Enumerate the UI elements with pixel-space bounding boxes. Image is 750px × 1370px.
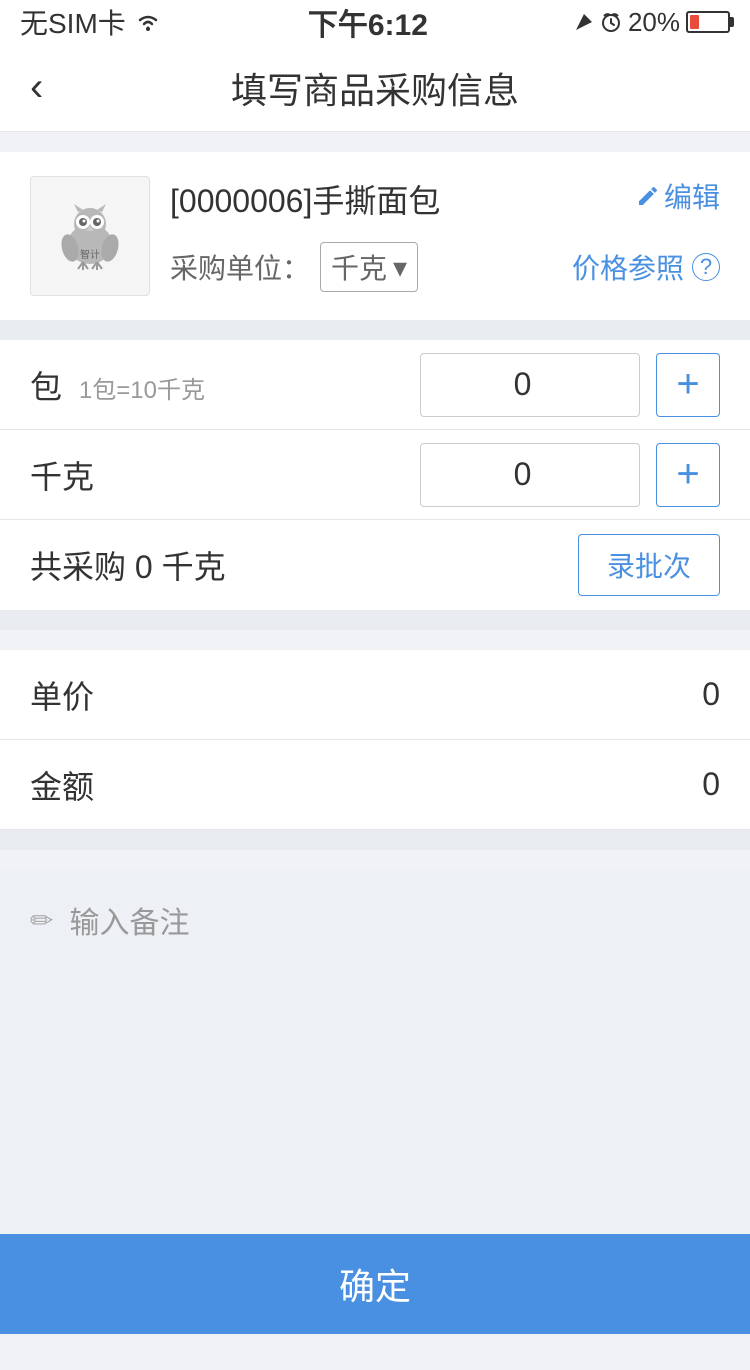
amount-value: 0 [702, 766, 720, 803]
product-info: [0000006]手撕面包 编辑 采购单位： 千克 ▾ 价格 [170, 176, 720, 292]
alarm-icon [600, 11, 622, 33]
nav-bar: ‹ 填写商品采购信息 [0, 44, 750, 132]
svg-text:智计: 智计 [80, 248, 100, 261]
bag-input[interactable] [420, 353, 640, 417]
kg-input[interactable] [420, 443, 640, 507]
kg-label: 千克 [30, 452, 150, 498]
form-section: 包 1包=10千克 + 千克 + 共采购 0 千克 录批次 [0, 340, 750, 610]
main-content: 智计 [0000006]手撕面包 编辑 采购单位： 千克 ▾ [0, 152, 750, 1370]
unit-select[interactable]: 千克 ▾ [320, 242, 418, 292]
note-section[interactable]: ✏ 输入备注 [0, 870, 750, 970]
amount-row: 金额 0 [0, 740, 750, 830]
bag-row: 包 1包=10千克 + [0, 340, 750, 430]
note-placeholder: 输入备注 [69, 898, 189, 942]
unit-price-label: 单价 [30, 672, 94, 718]
status-bar: 无SIM卡 下午6:12 20% [0, 0, 750, 44]
product-unit-row: 采购单位： 千克 ▾ 价格参照 ? [170, 242, 720, 292]
bag-plus-button[interactable]: + [656, 353, 720, 417]
status-left: 无SIM卡 [20, 2, 162, 42]
unit-price-value: 0 [702, 676, 720, 713]
product-card: 智计 [0000006]手撕面包 编辑 采购单位： 千克 ▾ [0, 152, 750, 320]
confirm-button[interactable]: 确定 [0, 1234, 750, 1334]
divider-top [0, 320, 750, 340]
product-name: [0000006]手撕面包 [170, 176, 440, 222]
empty-space [0, 970, 750, 1270]
battery-fill [690, 15, 699, 29]
summary-row: 共采购 0 千克 录批次 [0, 520, 750, 610]
summary-text: 共采购 0 千克 [30, 542, 226, 588]
product-logo: 智计 [50, 196, 130, 276]
battery-percent: 20% [628, 7, 680, 38]
price-reference-button[interactable]: 价格参照 ? [572, 247, 720, 287]
bag-sublabel: 1包=10千克 [79, 377, 205, 404]
bag-label: 包 1包=10千克 [30, 362, 205, 408]
batch-button[interactable]: 录批次 [578, 534, 720, 596]
product-top-row: [0000006]手撕面包 编辑 [170, 176, 720, 222]
divider-bottom [0, 830, 750, 850]
kg-row: 千克 + [0, 430, 750, 520]
divider-middle [0, 610, 750, 630]
amount-label: 金额 [30, 762, 94, 808]
pencil-icon: ✏ [30, 904, 53, 937]
battery-icon [686, 11, 730, 33]
help-icon: ? [692, 253, 720, 281]
status-time: 下午6:12 [308, 0, 428, 44]
kg-plus-button[interactable]: + [656, 443, 720, 507]
back-button[interactable]: ‹ [30, 65, 90, 110]
kg-input-wrap: + [150, 443, 720, 507]
bag-input-wrap: + [205, 353, 720, 417]
wifi-icon [134, 12, 162, 32]
status-right: 20% [574, 7, 730, 38]
edit-icon [636, 184, 660, 208]
product-thumbnail: 智计 [30, 176, 150, 296]
unit-price-row: 单价 0 [0, 650, 750, 740]
page-title: 填写商品采购信息 [231, 62, 519, 114]
edit-button[interactable]: 编辑 [636, 176, 720, 216]
carrier-text: 无SIM卡 [20, 2, 126, 42]
location-icon [574, 12, 594, 32]
unit-label: 采购单位： 千克 ▾ [170, 242, 418, 292]
dropdown-arrow-icon: ▾ [393, 251, 407, 284]
price-section: 单价 0 金额 0 [0, 650, 750, 830]
